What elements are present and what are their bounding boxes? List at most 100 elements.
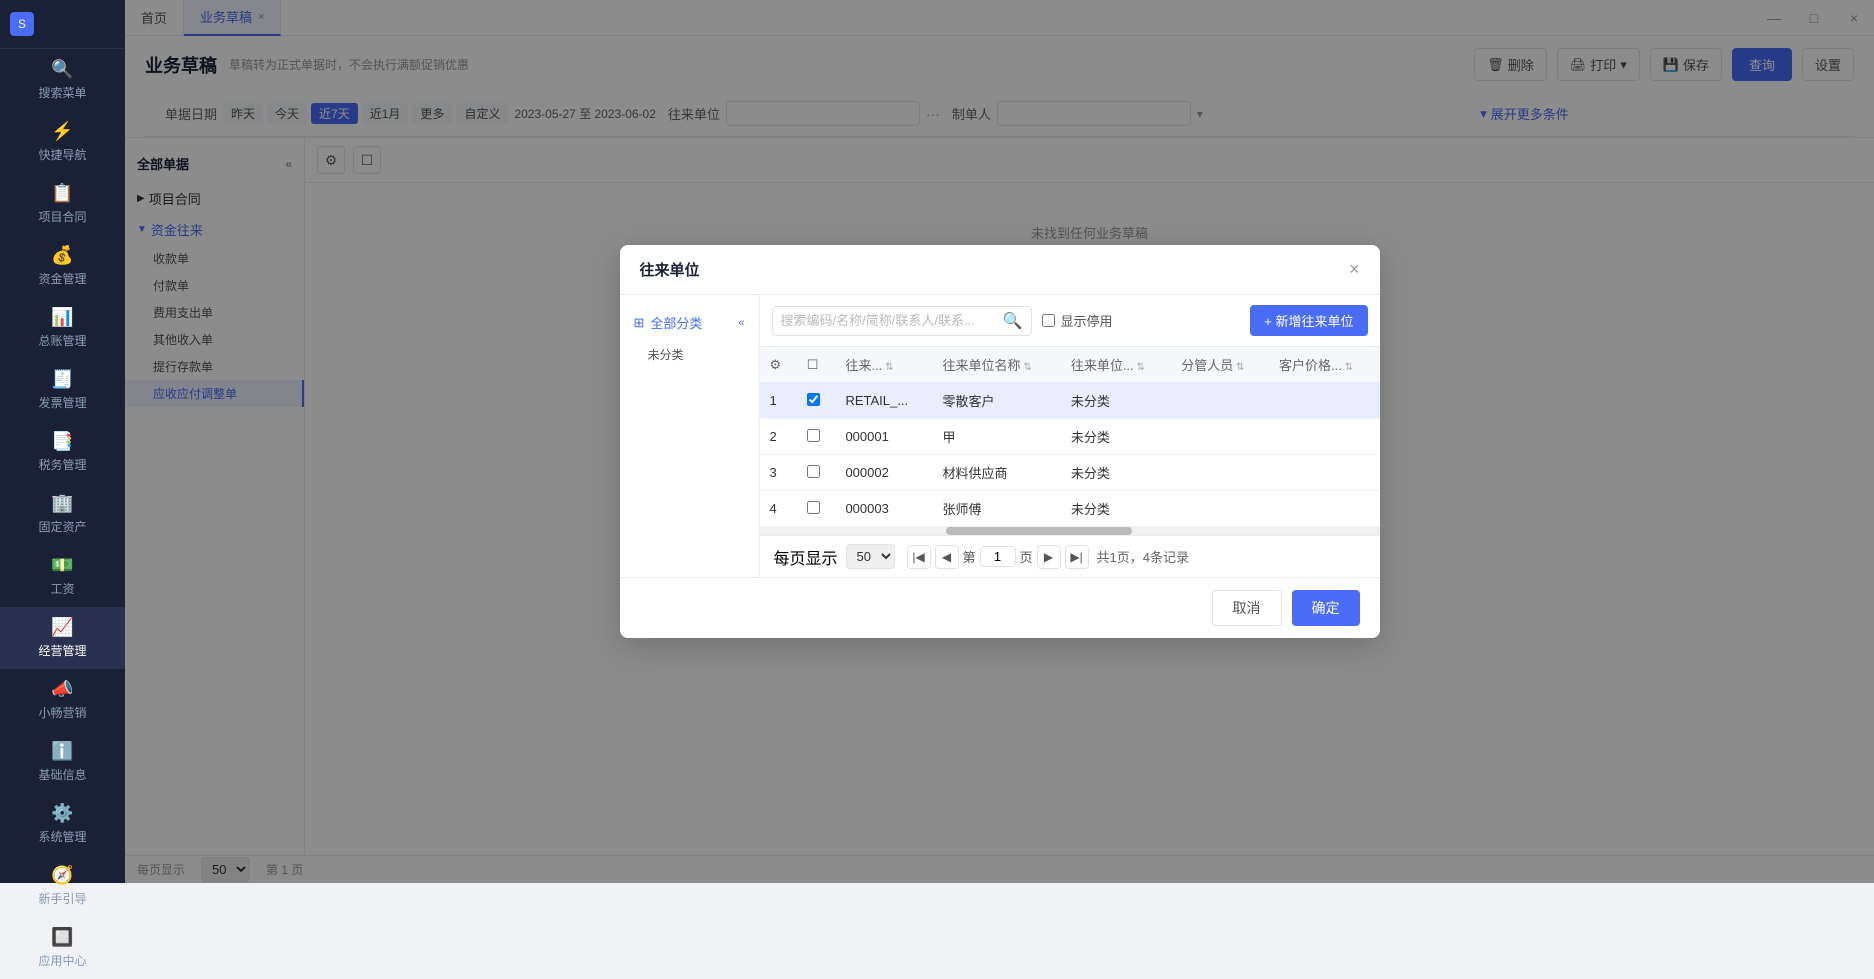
row-manager: [1171, 419, 1269, 455]
page-label: 第: [963, 547, 976, 566]
row-price-level: [1269, 455, 1380, 491]
dialog-table-header: ⚙ ☐ 往来... 往来单位名称 往来单位... 分管人员 客户价格...: [760, 347, 1380, 383]
col-checkbox[interactable]: ☐: [797, 347, 836, 383]
col-code[interactable]: 往来...: [835, 347, 932, 383]
col-price-level[interactable]: 客户价格...: [1269, 347, 1380, 383]
ops-icon: 📈: [51, 617, 73, 638]
minimize-button[interactable]: —: [1754, 0, 1794, 36]
main-area: — □ × 首页 业务草稿 × 业务草稿 草稿转为正式单据时，不会执行满额促销优…: [125, 0, 1874, 883]
sidebar-item-label: 固定资产: [38, 518, 86, 535]
add-party-button[interactable]: + 新增往来单位: [1250, 305, 1367, 336]
sidebar-item-app-center[interactable]: 🔲 应用中心: [0, 917, 125, 979]
last-page-button[interactable]: ▶|: [1065, 545, 1089, 569]
sidebar-item-marketing[interactable]: 📣 小畅营销: [0, 669, 125, 731]
sidebar-item-search-menu[interactable]: 🔍 搜索菜单: [0, 49, 125, 111]
sidebar-item-label: 总账管理: [38, 332, 86, 349]
row-name: 甲: [933, 419, 1061, 455]
page-input[interactable]: [980, 546, 1016, 567]
row-manager: [1171, 455, 1269, 491]
table-row[interactable]: 4 000003 张师傅 未分类: [760, 491, 1380, 527]
cancel-button[interactable]: 取消: [1212, 590, 1282, 626]
dialog-sidebar: ⊞ 全部分类 « 未分类: [620, 295, 760, 577]
table-row[interactable]: 1 RETAIL_... 零散客户 未分类: [760, 383, 1380, 419]
row-name: 零散客户: [933, 383, 1061, 419]
dialog-header: 往来单位 ×: [620, 245, 1380, 295]
dialog-footer-bar: 每页显示 50 |◀ ◀ 第 页 ▶ ▶| 共: [760, 535, 1380, 577]
scrollbar-thumb[interactable]: [946, 527, 1132, 535]
sys-icon: ⚙️: [51, 803, 73, 824]
marketing-icon: 📣: [51, 679, 73, 700]
sidebar-item-basic-info[interactable]: ℹ️ 基础信息: [0, 731, 125, 793]
row-checkbox[interactable]: [797, 383, 836, 419]
sidebar-item-label: 系统管理: [38, 828, 86, 845]
close-button[interactable]: ×: [1834, 0, 1874, 36]
row-no: 1: [760, 383, 797, 419]
row-checkbox[interactable]: [797, 419, 836, 455]
sidebar-item-label: 税务管理: [38, 456, 86, 473]
sidebar-item-payroll[interactable]: 💵 工资: [0, 545, 125, 607]
sidebar-item-sys-mgmt[interactable]: ⚙️ 系统管理: [0, 793, 125, 855]
col-manager[interactable]: 分管人员: [1171, 347, 1269, 383]
per-page-select[interactable]: 50: [846, 544, 895, 569]
search-icon: 🔍: [1003, 311, 1023, 331]
sidebar-item-label: 工资: [50, 580, 74, 597]
sidebar-item-fixed-assets[interactable]: 🏢 固定资产: [0, 483, 125, 545]
total-info: 共1页，4条记录: [1097, 547, 1189, 566]
sidebar-item-label: 搜索菜单: [38, 84, 86, 101]
sidebar-item-label: 基础信息: [38, 766, 86, 783]
sidebar-item-ops-mgmt[interactable]: 📈 经营管理: [0, 607, 125, 669]
confirm-button[interactable]: 确定: [1292, 590, 1360, 626]
dialog-title: 往来单位: [640, 259, 700, 280]
sidebar-item-tax[interactable]: 📑 税务管理: [0, 421, 125, 483]
dialog-close-button[interactable]: ×: [1349, 259, 1360, 280]
sidebar-item-quick-nav[interactable]: ⚡ 快捷导航: [0, 111, 125, 173]
row-manager: [1171, 383, 1269, 419]
pagination: |◀ ◀ 第 页 ▶ ▶|: [907, 545, 1089, 569]
sidebar-item-project-contract[interactable]: 📋 项目合同: [0, 173, 125, 235]
dialog-table: ⚙ ☐ 往来... 往来单位名称 往来单位... 分管人员 客户价格...: [760, 347, 1380, 527]
col-category[interactable]: 往来单位...: [1061, 347, 1171, 383]
sidebar-item-label: 经营管理: [38, 642, 86, 659]
search-menu-icon: 🔍: [51, 59, 73, 80]
col-settings[interactable]: ⚙: [760, 347, 797, 383]
basic-info-icon: ℹ️: [51, 741, 73, 762]
row-category: 未分类: [1061, 455, 1171, 491]
sidebar: S 🔍 搜索菜单 ⚡ 快捷导航 📋 项目合同 💰 资金管理 📊 总账管理 🧾 发…: [0, 0, 125, 883]
per-page-label: 每页显示: [774, 545, 838, 569]
row-price-level: [1269, 383, 1380, 419]
dialog-toolbar: 🔍 显示停用 + 新增往来单位: [760, 295, 1380, 347]
row-checkbox[interactable]: [797, 455, 836, 491]
dialog-sidebar-all[interactable]: ⊞ 全部分类 «: [620, 305, 759, 340]
grid-all-icon: ⊞: [634, 315, 645, 331]
sidebar-item-label: 发票管理: [38, 394, 86, 411]
sidebar-item-guide[interactable]: 🧭 新手引导: [0, 855, 125, 917]
table-row[interactable]: 3 000002 材料供应商 未分类: [760, 455, 1380, 491]
next-page-button[interactable]: ▶: [1037, 545, 1061, 569]
dialog-table-area: ⚙ ☐ 往来... 往来单位名称 往来单位... 分管人员 客户价格...: [760, 347, 1380, 527]
payroll-icon: 💵: [51, 555, 73, 576]
dialog-sidebar-uncategorized[interactable]: 未分类: [620, 340, 759, 369]
row-name: 材料供应商: [933, 455, 1061, 491]
col-name[interactable]: 往来单位名称: [933, 347, 1061, 383]
dialog-actions: 取消 确定: [620, 577, 1380, 638]
row-category: 未分类: [1061, 491, 1171, 527]
sidebar-item-label: 新手引导: [38, 890, 86, 907]
sidebar-item-invoice[interactable]: 🧾 发票管理: [0, 359, 125, 421]
row-checkbox[interactable]: [797, 491, 836, 527]
horizontal-scrollbar[interactable]: [760, 527, 1380, 535]
show-disabled-checkbox[interactable]: [1042, 314, 1055, 327]
first-page-button[interactable]: |◀: [907, 545, 931, 569]
dialog-search-input[interactable]: [781, 313, 997, 328]
prev-page-button[interactable]: ◀: [935, 545, 959, 569]
sidebar-item-fund-mgmt[interactable]: 💰 资金管理: [0, 235, 125, 297]
maximize-button[interactable]: □: [1794, 0, 1834, 36]
row-no: 4: [760, 491, 797, 527]
sidebar-item-label: 项目合同: [38, 208, 86, 225]
sidebar-item-label: 快捷导航: [38, 146, 86, 163]
table-row[interactable]: 2 000001 甲 未分类: [760, 419, 1380, 455]
sidebar-item-accounting[interactable]: 📊 总账管理: [0, 297, 125, 359]
sidebar-collapse-icon: «: [738, 317, 744, 329]
row-category: 未分类: [1061, 383, 1171, 419]
show-disabled-label[interactable]: 显示停用: [1042, 311, 1113, 330]
row-code: RETAIL_...: [835, 383, 932, 419]
